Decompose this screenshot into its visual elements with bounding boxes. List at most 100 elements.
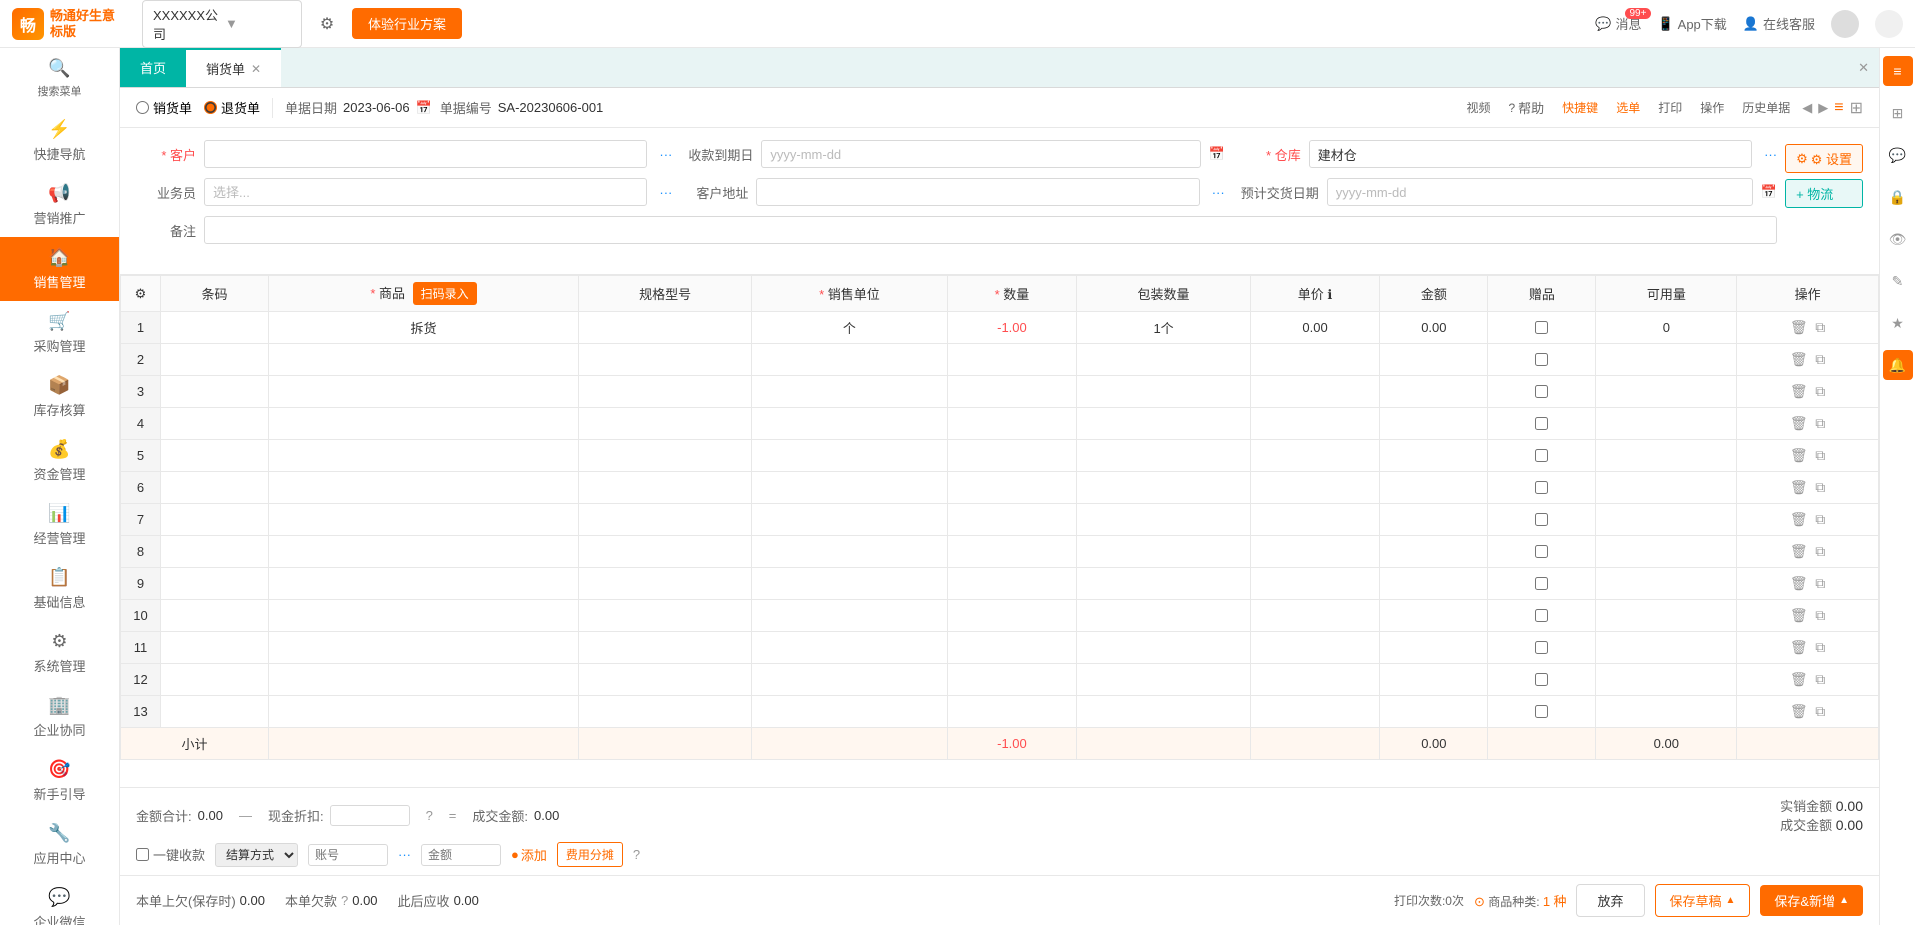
calendar2-icon[interactable]: 📅 [1209,146,1225,162]
sidebar-item-finance[interactable]: 💰 资金管理 [0,429,119,493]
settings-icon[interactable]: ⚙ [312,9,342,39]
rp-notification[interactable]: 🔔 [1883,350,1913,380]
fee-split-button[interactable]: 费用分摊 [557,842,623,867]
logistics-button[interactable]: + 物流 [1785,179,1863,208]
salesman-dots[interactable]: ··· [659,185,672,200]
video-button[interactable]: 视频 [1460,97,1496,118]
select-button[interactable]: 选单 [1610,97,1646,118]
copy-icon[interactable]: ⧉ [1815,671,1825,687]
copy-icon[interactable]: ⧉ [1815,575,1825,591]
rp-edit[interactable]: ✎ [1883,266,1913,296]
print-button[interactable]: 打印 [1652,97,1688,118]
account-dots[interactable]: ··· [398,847,411,862]
account-input[interactable] [308,844,388,866]
help-button[interactable]: ? 帮助 [1502,96,1550,119]
next-icon[interactable]: ▶ [1818,100,1828,116]
rp-grid-view[interactable]: ⊞ [1883,98,1913,128]
operate-button[interactable]: 操作 [1694,97,1730,118]
sidebar-item-enterprise[interactable]: 🏢 企业协同 [0,685,119,749]
copy-icon[interactable]: ⧉ [1815,415,1825,431]
salesman-input[interactable] [204,178,647,206]
amount-input[interactable] [421,844,501,866]
rp-chat[interactable]: 💬 [1883,140,1913,170]
delete-icon[interactable]: 🗑 [1790,543,1808,559]
avatar2[interactable] [1875,10,1903,38]
form-settings-button[interactable]: ⚙ ⚙ 设置 [1785,144,1863,173]
abandon-button[interactable]: 放弃 [1576,884,1644,917]
delete-icon[interactable]: 🗑 [1790,351,1808,367]
shortcut-button[interactable]: 快捷键 [1556,97,1604,118]
table-wrapper[interactable]: ⚙ 条码 * 商品 扫码录入 规格型号 * 销售单位 * 数量 包装数量 单价 … [120,275,1879,787]
copy-icon[interactable]: ⧉ [1815,383,1825,399]
close-all-tabs[interactable]: ✕ [1858,60,1879,76]
settlement-select[interactable]: 结算方式 [215,843,298,867]
copy-icon[interactable]: ⧉ [1815,479,1825,495]
sidebar-item-guide[interactable]: 🎯 新手引导 [0,749,119,813]
trial-button[interactable]: 体验行业方案 [352,8,462,39]
scan-button[interactable]: 扫码录入 [413,282,477,305]
save-draft-button[interactable]: 保存草稿 ▲ [1655,884,1751,917]
tab-sales-order[interactable]: 销货单 ✕ [186,48,281,87]
copy-icon[interactable]: ⧉ [1815,639,1825,655]
delete-icon[interactable]: 🗑 [1790,607,1808,623]
sidebar-item-wechat[interactable]: 💬 企业微信 [0,877,119,925]
rp-star[interactable]: ★ [1883,308,1913,338]
delete-icon[interactable]: 🗑 [1790,479,1808,495]
address-input[interactable] [756,178,1199,206]
rp-preview[interactable]: 👁 [1883,224,1913,254]
online-service-button[interactable]: 👤 在线客服 [1743,14,1815,33]
remark-input[interactable] [204,216,1777,244]
delete-icon[interactable]: 🗑 [1790,383,1808,399]
prev-icon[interactable]: ◀ [1802,100,1812,116]
tab-home[interactable]: 首页 [120,48,186,87]
sidebar-item-app-center[interactable]: 🔧 应用中心 [0,813,119,877]
copy-icon[interactable]: ⧉ [1815,703,1825,719]
rp-list-view[interactable]: ≡ [1883,56,1913,86]
save-new-button[interactable]: 保存&新增 ▲ [1760,885,1863,916]
sidebar-item-basic[interactable]: 📋 基础信息 [0,557,119,621]
calendar3-icon[interactable]: 📅 [1761,184,1777,200]
delete-icon[interactable]: 🗑 [1790,415,1808,431]
app-download-button[interactable]: 📱 App下载 [1657,14,1726,33]
cash-discount-input[interactable] [330,805,410,826]
add-payment-button[interactable]: ● 添加 [511,845,547,864]
calendar-icon[interactable]: 📅 [416,100,432,116]
warehouse-dots[interactable]: ··· [1764,147,1777,162]
sidebar-item-quick-nav[interactable]: ⚡ 快捷导航 [0,109,119,173]
customer-dots[interactable]: ··· [659,147,672,162]
history-button[interactable]: 历史单据 [1736,97,1796,118]
avatar[interactable] [1831,10,1859,38]
sidebar-item-system[interactable]: ⚙ 系统管理 [0,621,119,685]
customer-input[interactable] [204,140,647,168]
copy-icon[interactable]: ⧉ [1815,543,1825,559]
address-dots[interactable]: ··· [1212,185,1225,200]
copy-icon[interactable]: ⧉ [1815,447,1825,463]
copy-icon[interactable]: ⧉ [1815,607,1825,623]
delete-icon[interactable]: 🗑 [1790,511,1808,527]
radio-return[interactable]: 退货单 [204,98,260,117]
delete-icon[interactable]: 🗑 [1790,319,1808,335]
company-select[interactable]: XXXXXX公司 ▼ [142,0,302,48]
due-date-input[interactable] [761,140,1200,168]
sidebar-item-marketing[interactable]: 📢 营销推广 [0,173,119,237]
list-view-icon[interactable]: ≡ [1834,99,1843,117]
message-button[interactable]: 💬 消息 99+ [1595,14,1641,33]
sidebar-item-search[interactable]: 🔍 搜索菜单 [0,48,119,109]
sidebar-item-purchase[interactable]: 🛒 采购管理 [0,301,119,365]
sidebar-item-operation[interactable]: 📊 经营管理 [0,493,119,557]
delete-icon[interactable]: 🗑 [1790,639,1808,655]
sidebar-item-sales[interactable]: 🏠 销售管理 [0,237,119,301]
one-click-pay-checkbox[interactable]: 一键收款 [136,845,205,864]
delete-icon[interactable]: 🗑 [1790,703,1808,719]
sidebar-item-inventory[interactable]: 📦 库存核算 [0,365,119,429]
th-settings[interactable]: ⚙ [121,276,161,312]
copy-icon[interactable]: ⧉ [1815,511,1825,527]
copy-icon[interactable]: ⧉ [1815,319,1825,335]
delete-icon[interactable]: 🗑 [1790,671,1808,687]
radio-sales[interactable]: 销货单 [136,98,192,117]
delete-icon[interactable]: 🗑 [1790,447,1808,463]
grid-view-icon[interactable]: ⊞ [1850,98,1863,118]
warehouse-input[interactable] [1309,140,1752,168]
tab-close-icon[interactable]: ✕ [251,62,261,76]
delete-icon[interactable]: 🗑 [1790,575,1808,591]
